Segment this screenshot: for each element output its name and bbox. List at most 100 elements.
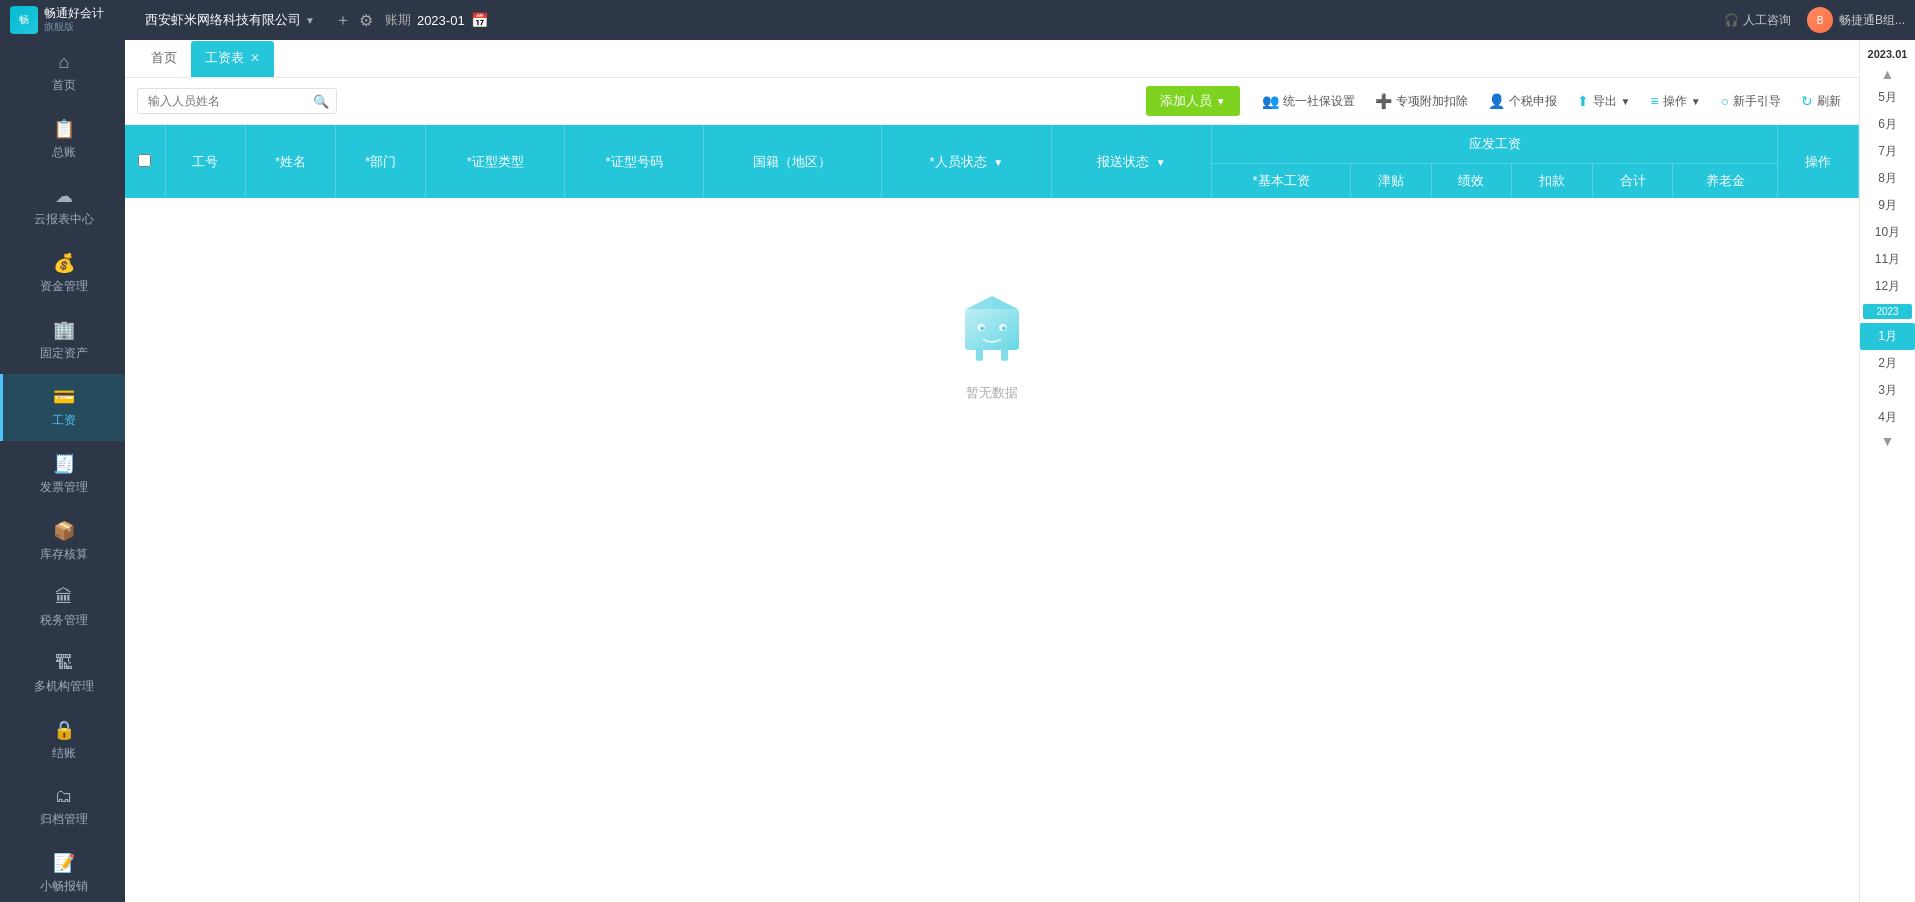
close-account-icon: 🔒 bbox=[53, 719, 75, 741]
multi-icon: 🏗 bbox=[55, 653, 73, 674]
date-month-3[interactable]: 3月 bbox=[1860, 377, 1915, 404]
export-button[interactable]: ⬆ 导出 ▼ bbox=[1571, 93, 1637, 110]
social-settings-button[interactable]: 👥 统一社保设置 bbox=[1256, 93, 1361, 110]
date-month-7[interactable]: 7月 bbox=[1860, 138, 1915, 165]
operate-button[interactable]: ≡ 操作 ▼ bbox=[1644, 93, 1706, 110]
refresh-label: 刷新 bbox=[1817, 93, 1841, 110]
th-name: *姓名 bbox=[246, 125, 336, 198]
search-input[interactable] bbox=[137, 88, 337, 114]
date-month-1[interactable]: 1月 bbox=[1860, 323, 1915, 350]
guide-toolbar-icon: ○ bbox=[1721, 93, 1729, 109]
tab-salary[interactable]: 工资表 ✕ bbox=[191, 41, 274, 77]
th-bonus: 津贴 bbox=[1350, 164, 1431, 199]
sidebar-item-inventory[interactable]: 📦 库存核算 bbox=[0, 508, 125, 575]
date-panel: 2023.01 ▲ 5月 6月 7月 8月 9月 10月 11月 12月 202… bbox=[1859, 40, 1915, 902]
date-nav-up[interactable]: ▲ bbox=[1860, 64, 1915, 84]
tax-declare-button[interactable]: 👤 个税申报 bbox=[1482, 93, 1563, 110]
tab-salary-label: 工资表 bbox=[205, 49, 244, 67]
sidebar-label-ledger: 总账 bbox=[52, 144, 76, 161]
top-header: 畅 畅通好会计 旗舰版 西安虾米网络科技有限公司 ▼ ＋ ⚙ 账期 2023-0… bbox=[0, 0, 1915, 40]
tab-home-label: 首页 bbox=[151, 50, 177, 65]
table-container: 工号 *姓名 *部门 *证型类型 *证型号码 国籍（地区） *人员状态 ▼ 报送… bbox=[125, 125, 1859, 902]
th-basic-salary: *基本工资 bbox=[1212, 164, 1351, 199]
sidebar-item-salary[interactable]: 💳 工资 bbox=[0, 374, 125, 441]
th-report-status: 报送状态 ▼ bbox=[1051, 125, 1211, 198]
th-country: 国籍（地区） bbox=[703, 125, 881, 198]
refresh-button[interactable]: ↻ 刷新 bbox=[1795, 93, 1847, 110]
table-body: 暂无数据 bbox=[125, 198, 1859, 482]
tab-home[interactable]: 首页 bbox=[137, 41, 191, 77]
empty-illustration bbox=[947, 278, 1037, 368]
sidebar-item-close[interactable]: 🔒 结账 bbox=[0, 707, 125, 774]
date-month-6[interactable]: 6月 bbox=[1860, 111, 1915, 138]
home-icon: ⌂ bbox=[59, 52, 70, 73]
content-area: 首页 工资表 ✕ 🔍 添加人员 ▼ 👥 统一社保设置 bbox=[125, 40, 1859, 902]
th-performance: 绩效 bbox=[1431, 164, 1512, 199]
sidebar-item-expense[interactable]: 📝 小畅报销 bbox=[0, 840, 125, 902]
deduct-button[interactable]: ➕ 专项附加扣除 bbox=[1369, 93, 1474, 110]
filter-icon-report[interactable]: ▼ bbox=[1156, 157, 1166, 168]
sidebar-label-home: 首页 bbox=[52, 77, 76, 94]
human-service-button[interactable]: 🎧 人工咨询 bbox=[1724, 12, 1791, 29]
svg-rect-6 bbox=[1001, 348, 1008, 361]
sidebar-item-report[interactable]: ☁ 云报表中心 bbox=[0, 173, 125, 240]
th-action: 操作 bbox=[1778, 125, 1859, 198]
th-id-type: *证型类型 bbox=[426, 125, 565, 198]
fund-icon: 💰 bbox=[53, 252, 75, 274]
sidebar-item-multi[interactable]: 🏗 多机构管理 bbox=[0, 641, 125, 707]
date-month-10[interactable]: 10月 bbox=[1860, 219, 1915, 246]
archive-icon: 🗂 bbox=[55, 786, 73, 807]
guide-label: 新手引导 bbox=[1733, 93, 1781, 110]
sidebar-item-ledger[interactable]: 📋 总账 bbox=[0, 106, 125, 173]
date-panel-header: 2023.01 bbox=[1868, 44, 1908, 64]
date-month-2[interactable]: 2月 bbox=[1860, 350, 1915, 377]
sidebar-item-home[interactable]: ⌂ 首页 bbox=[0, 40, 125, 106]
sidebar-label-expense: 小畅报销 bbox=[40, 878, 88, 895]
invoice-icon: 🧾 bbox=[53, 453, 75, 475]
tab-close-icon[interactable]: ✕ bbox=[250, 51, 260, 65]
select-all-checkbox[interactable] bbox=[138, 154, 151, 167]
add-chevron-icon: ▼ bbox=[1216, 96, 1226, 107]
date-month-12[interactable]: 12月 bbox=[1860, 273, 1915, 300]
date-month-5[interactable]: 5月 bbox=[1860, 84, 1915, 111]
date-nav-down[interactable]: ▼ bbox=[1860, 431, 1915, 451]
sidebar-label-multi: 多机构管理 bbox=[34, 678, 94, 695]
th-check[interactable] bbox=[125, 125, 165, 198]
th-group-salary: 应发工资 bbox=[1212, 125, 1778, 164]
date-month-8[interactable]: 8月 bbox=[1860, 165, 1915, 192]
guide-button[interactable]: ○ 新手引导 bbox=[1715, 93, 1787, 110]
svg-rect-5 bbox=[976, 348, 983, 361]
export-icon: ⬆ bbox=[1577, 93, 1589, 109]
salary-table: 工号 *姓名 *部门 *证型类型 *证型号码 国籍（地区） *人员状态 ▼ 报送… bbox=[125, 125, 1859, 482]
sidebar-item-asset[interactable]: 🏢 固定资产 bbox=[0, 307, 125, 374]
add-company-button[interactable]: ＋ bbox=[335, 10, 351, 31]
date-month-11[interactable]: 11月 bbox=[1860, 246, 1915, 273]
sidebar-item-tax[interactable]: 🏛 税务管理 bbox=[0, 575, 125, 641]
sidebar-item-invoice[interactable]: 🧾 发票管理 bbox=[0, 441, 125, 508]
sidebar: ⌂ 首页 📋 总账 ☁ 云报表中心 💰 资金管理 🏢 固定资产 💳 工资 🧾 发… bbox=[0, 40, 125, 902]
empty-state: 暂无数据 bbox=[125, 198, 1859, 482]
avatar: B bbox=[1807, 7, 1833, 33]
sidebar-item-fund[interactable]: 💰 资金管理 bbox=[0, 240, 125, 307]
export-label: 导出 bbox=[1593, 93, 1617, 110]
date-month-9[interactable]: 9月 bbox=[1860, 192, 1915, 219]
operate-label: 操作 bbox=[1663, 93, 1687, 110]
filter-icon-status[interactable]: ▼ bbox=[993, 157, 1003, 168]
user-info[interactable]: B 畅捷通B组... bbox=[1807, 7, 1905, 33]
empty-text: 暂无数据 bbox=[966, 384, 1018, 402]
settings-button[interactable]: ⚙ bbox=[359, 11, 373, 30]
sidebar-label-archive: 归档管理 bbox=[40, 811, 88, 828]
calendar-icon[interactable]: 📅 bbox=[471, 12, 488, 28]
sidebar-label-asset: 固定资产 bbox=[40, 345, 88, 362]
period-label: 账期 bbox=[385, 11, 411, 29]
company-selector[interactable]: 西安虾米网络科技有限公司 ▼ bbox=[145, 11, 323, 29]
date-month-4[interactable]: 4月 bbox=[1860, 404, 1915, 431]
svg-point-3 bbox=[980, 327, 984, 331]
sidebar-label-invoice: 发票管理 bbox=[40, 479, 88, 496]
add-person-button[interactable]: 添加人员 ▼ bbox=[1146, 86, 1240, 116]
th-total: 合计 bbox=[1592, 164, 1673, 199]
date-year-badge: 2023 bbox=[1863, 304, 1913, 319]
ledger-icon: 📋 bbox=[53, 118, 75, 140]
sidebar-item-archive[interactable]: 🗂 归档管理 bbox=[0, 774, 125, 840]
operate-icon: ≡ bbox=[1650, 93, 1658, 109]
